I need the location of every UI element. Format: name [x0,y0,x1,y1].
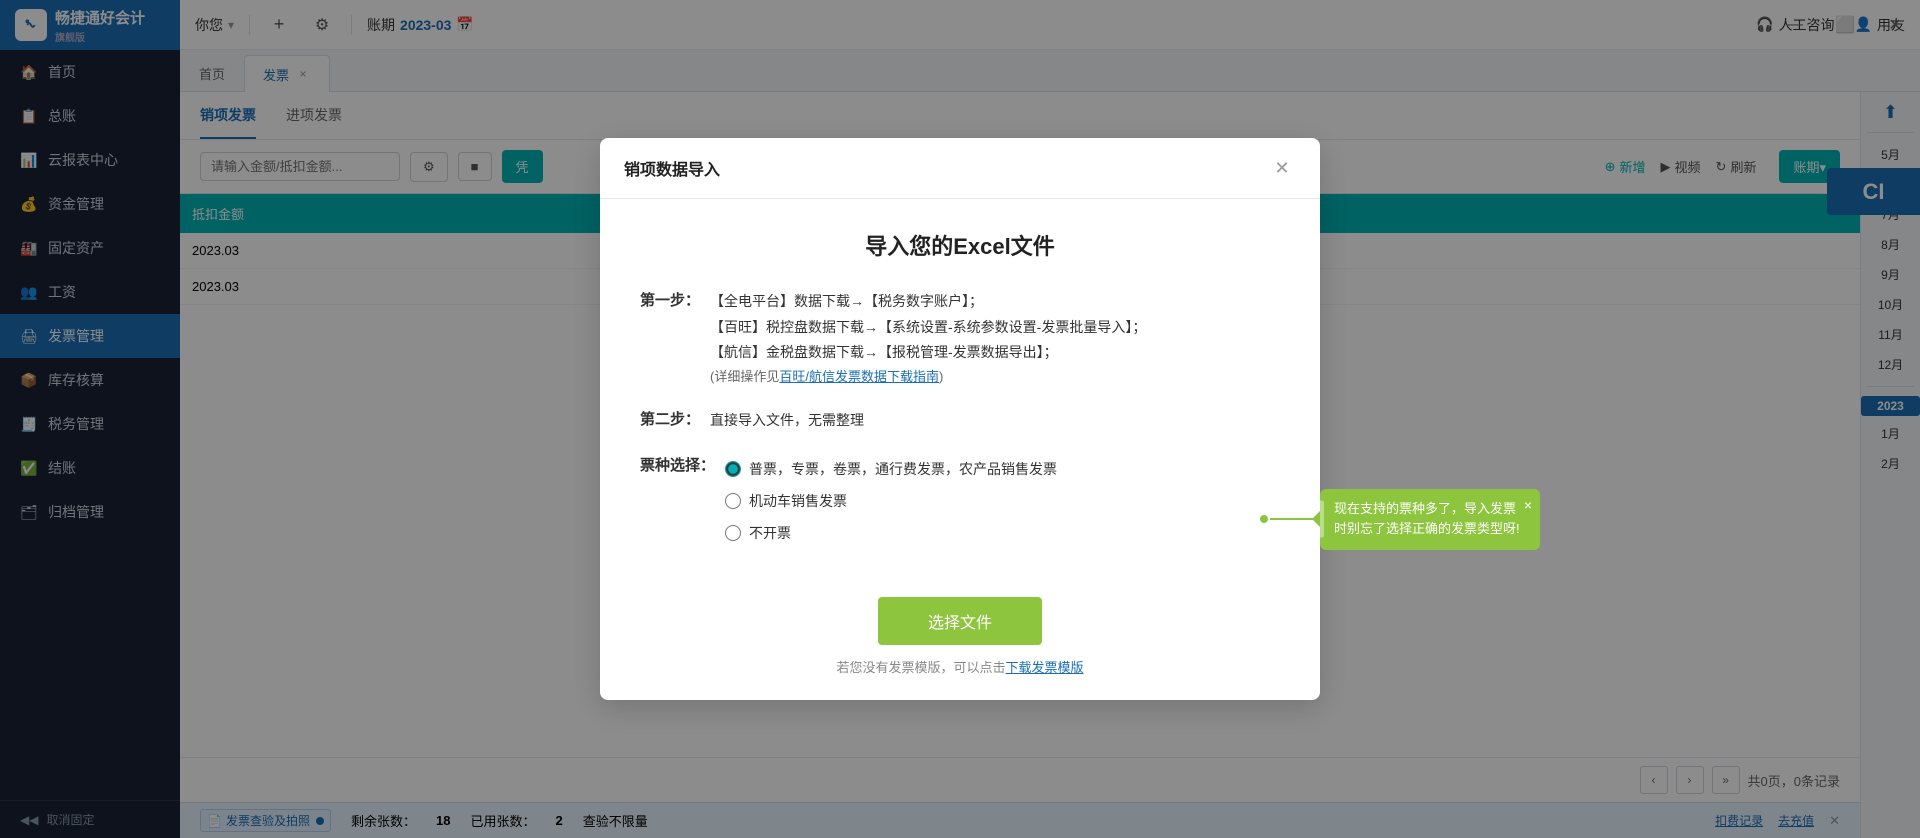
step1-link-prefix: (详细操作见 [710,369,779,384]
step1-label: 第一步： [640,289,700,388]
step2: 第二步： 直接导入文件，无需整理 [640,408,1280,433]
step1-link-row: (详细操作见百旺/航信发票数据下载指南) [710,365,1146,388]
radio-general-input[interactable] [725,461,741,477]
radio-general[interactable]: 普票，专票，卷票，通行费发票，农产品销售发票 [725,459,1057,479]
select-file-btn[interactable]: 选择文件 [878,597,1042,645]
step1-line2: 【百旺】税控盘数据下载→【系统设置-系统参数设置-发票批量导入】； [710,315,1146,340]
radio-none-label: 不开票 [749,523,791,543]
tooltip-text: 现在支持的票种多了，导入发票时别忘了选择正确的发票类型呀! [1334,501,1520,537]
step1-line3: 【航信】金税盘数据下载→【报税管理-发票数据导出】； [710,340,1146,365]
dialog-close-btn[interactable]: ✕ [1268,154,1296,182]
step1-content: 【全电平台】数据下载→【税务数字账户】； 【百旺】税控盘数据下载→【系统设置-系… [710,289,1146,388]
download-template-link[interactable]: 下载发票模版 [1006,660,1084,675]
tooltip-bubble: 现在支持的票种多了，导入发票时别忘了选择正确的发票类型呀! × [1320,489,1540,551]
dialog-footer: 选择文件 若您没有发票模版，可以点击下载发票模版 [600,587,1320,700]
ticket-label: 票种选择： [640,454,715,543]
tooltip-container: 现在支持的票种多了，导入发票时别忘了选择正确的发票类型呀! × [1258,489,1540,551]
tooltip-bar [1320,501,1324,538]
tooltip-close-btn[interactable]: × [1524,494,1532,516]
tooltip-dot [1258,513,1270,525]
tooltip-arrow [1312,511,1320,527]
radio-none[interactable]: 不开票 [725,523,1057,543]
dialog-title: 销项数据导入 [624,156,720,180]
step1-guide-link[interactable]: 百旺/航信发票数据下载指南 [779,369,939,384]
overlay: 销项数据导入 ✕ 导入您的Excel文件 第一步： 【全电平台】数据下载→【税务… [0,0,1920,838]
step2-label: 第二步： [640,408,700,433]
download-tip: 若您没有发票模版，可以点击下载发票模版 [836,657,1083,676]
radio-motor-label: 机动车销售发票 [749,491,847,511]
step2-text: 直接导入文件，无需整理 [710,408,864,433]
radio-none-input[interactable] [725,525,741,541]
dialog-main-title: 导入您的Excel文件 [640,229,1280,261]
radio-group: 普票，专票，卷票，通行费发票，农产品销售发票 机动车销售发票 不开票 [725,459,1057,543]
step1-line1: 【全电平台】数据下载→【税务数字账户】； [710,289,1146,314]
radio-general-label: 普票，专票，卷票，通行费发票，农产品销售发票 [749,459,1057,479]
radio-motor-input[interactable] [725,493,741,509]
ticket-row: 票种选择： 普票，专票，卷票，通行费发票，农产品销售发票 机动车销售发票 [640,454,1280,543]
ticket-type-section: 票种选择： 普票，专票，卷票，通行费发票，农产品销售发票 机动车销售发票 [640,454,1280,543]
step1: 第一步： 【全电平台】数据下载→【税务数字账户】； 【百旺】税控盘数据下载→【系… [640,289,1280,388]
dialog-header: 销项数据导入 ✕ [600,138,1320,199]
dialog-body: 导入您的Excel文件 第一步： 【全电平台】数据下载→【税务数字账户】； 【百… [600,199,1320,586]
step1-link-suffix: ) [939,369,943,384]
step1-header: 第一步： 【全电平台】数据下载→【税务数字账户】； 【百旺】税控盘数据下载→【系… [640,289,1280,388]
radio-motor[interactable]: 机动车销售发票 [725,491,1057,511]
step2-row: 第二步： 直接导入文件，无需整理 [640,408,1280,433]
dialog: 销项数据导入 ✕ 导入您的Excel文件 第一步： 【全电平台】数据下载→【税务… [600,138,1320,699]
download-tip-prefix: 若您没有发票模版，可以点击 [836,660,1005,675]
